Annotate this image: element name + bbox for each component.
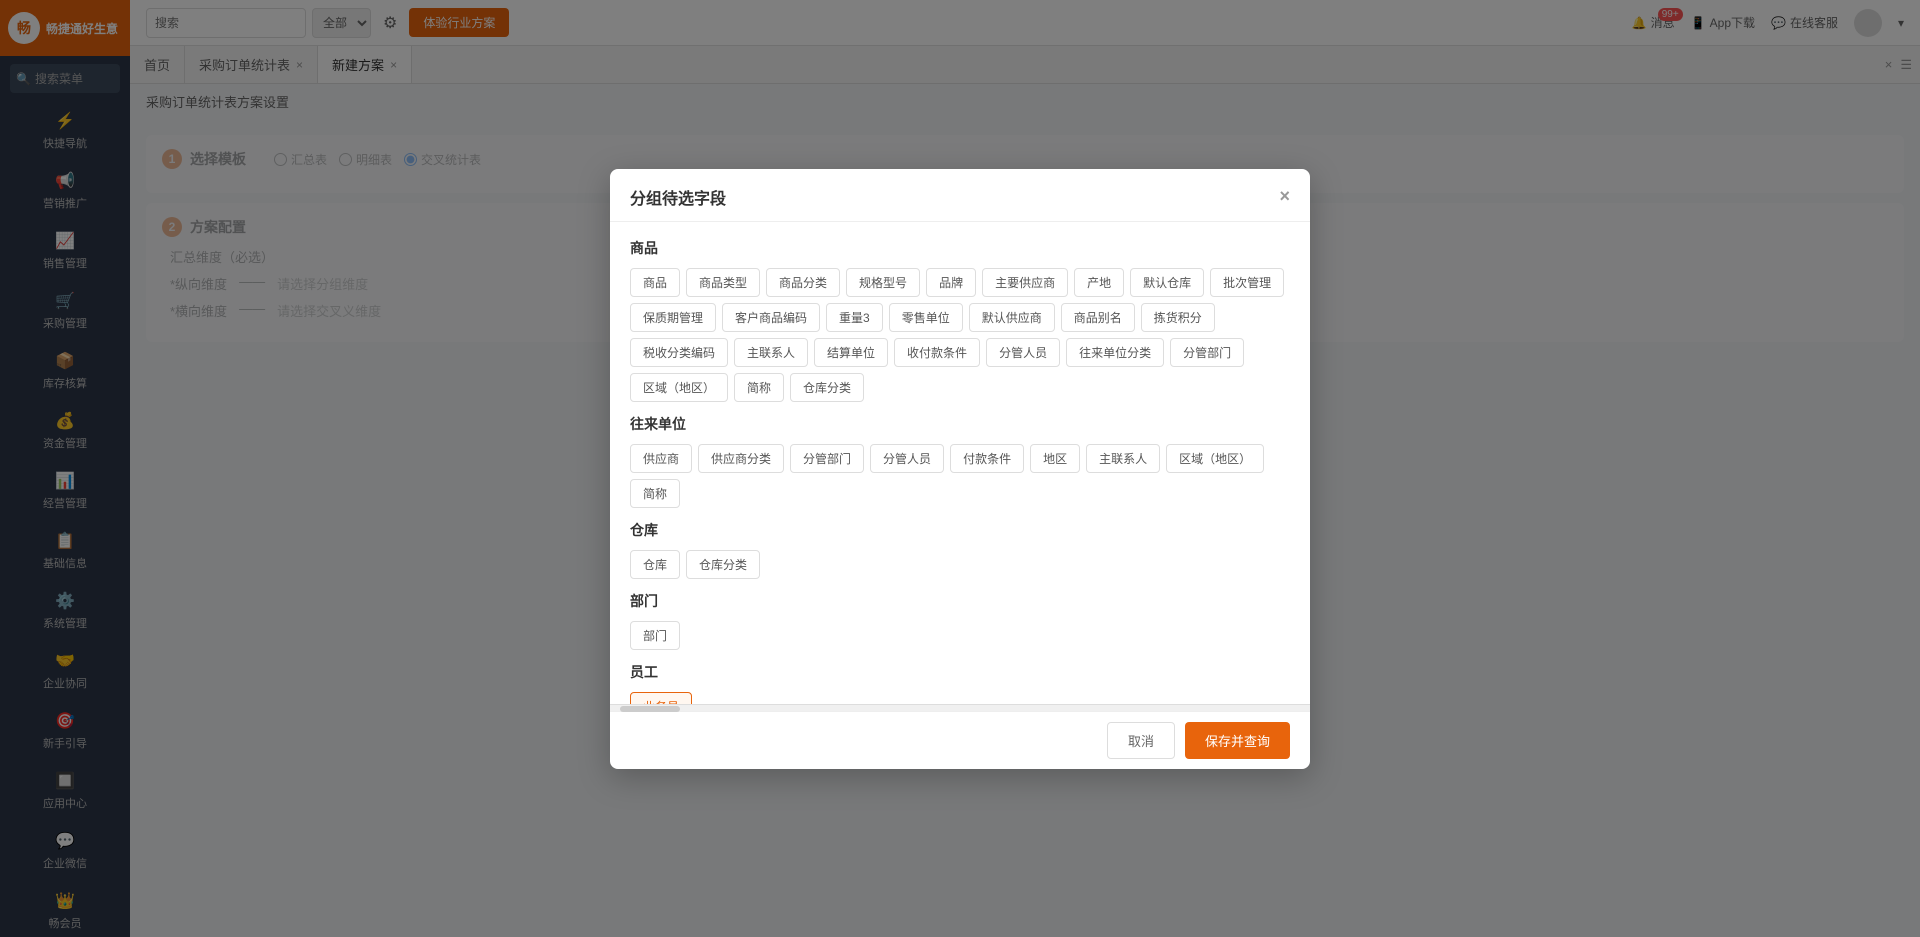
tag-emp-salesman[interactable]: 业务员 [630,692,692,705]
tag-product-batch[interactable]: 批次管理 [1210,268,1284,297]
section-title-counterparty: 往来单位 [630,414,1290,434]
tag-product-settlement-unit[interactable]: 结算单位 [814,338,888,367]
section-title-warehouse: 仓库 [630,520,1290,540]
tag-product-default-supplier[interactable]: 默认供应商 [969,303,1055,332]
section-title-employee: 员工 [630,662,1290,682]
product-tags: 商品 商品类型 商品分类 规格型号 品牌 主要供应商 产地 默认仓库 批次管理 … [630,268,1290,402]
tag-cp-dept[interactable]: 分管部门 [790,444,864,473]
tag-cp-short-name[interactable]: 简称 [630,479,680,508]
tag-cp-payment-terms[interactable]: 付款条件 [950,444,1024,473]
tag-product-supervisor[interactable]: 分管人员 [986,338,1060,367]
tag-product-tax-code[interactable]: 税收分类编码 [630,338,728,367]
tag-product-customer-code[interactable]: 客户商品编码 [722,303,820,332]
modal-header: 分组待选字段 × [610,169,1310,222]
tag-cp-supplier[interactable]: 供应商 [630,444,692,473]
modal-scrollbar-thumb [620,706,680,712]
section-title-product: 商品 [630,238,1290,258]
tag-product-type[interactable]: 商品类型 [686,268,760,297]
modal-body: 商品 商品 商品类型 商品分类 规格型号 品牌 主要供应商 产地 默认仓库 批次… [610,222,1310,705]
modal-horizontal-scrollbar[interactable] [610,704,1310,710]
tag-product-partner-category[interactable]: 往来单位分类 [1066,338,1164,367]
modal-footer: 取消 保存并查询 [610,711,1310,769]
tag-cp-supervisor[interactable]: 分管人员 [870,444,944,473]
section-title-department: 部门 [630,591,1290,611]
tag-product-expiry[interactable]: 保质期管理 [630,303,716,332]
tag-wh-category[interactable]: 仓库分类 [686,550,760,579]
warehouse-tags: 仓库 仓库分类 [630,550,1290,579]
counterparty-tags: 供应商 供应商分类 分管部门 分管人员 付款条件 地区 主联系人 区域（地区） … [630,444,1290,508]
tag-dept-dept[interactable]: 部门 [630,621,680,650]
tag-cp-region[interactable]: 地区 [1030,444,1080,473]
tag-product-short-name[interactable]: 简称 [734,373,784,402]
department-tags: 部门 [630,621,1290,650]
field-select-modal: 分组待选字段 × 商品 商品 商品类型 商品分类 规格型号 品牌 主要供应商 产… [610,169,1310,769]
tag-cp-area[interactable]: 区域（地区） [1166,444,1264,473]
tag-wh-warehouse[interactable]: 仓库 [630,550,680,579]
modal-close-btn[interactable]: × [1279,186,1290,207]
tag-product-weight3[interactable]: 重量3 [826,303,883,332]
tag-cp-main-contact[interactable]: 主联系人 [1086,444,1160,473]
tag-product-alias[interactable]: 商品别名 [1061,303,1135,332]
tag-product-spec[interactable]: 规格型号 [846,268,920,297]
cancel-button[interactable]: 取消 [1107,722,1175,759]
modal-title: 分组待选字段 [630,185,726,209]
employee-tags: 业务员 [630,692,1290,705]
tag-product-default-warehouse[interactable]: 默认仓库 [1130,268,1204,297]
tag-product-warehouse-category[interactable]: 仓库分类 [790,373,864,402]
tag-product-retail-unit[interactable]: 零售单位 [889,303,963,332]
tag-product-payment-terms[interactable]: 收付款条件 [894,338,980,367]
tag-product-main-contact[interactable]: 主联系人 [734,338,808,367]
tag-product-category[interactable]: 商品分类 [766,268,840,297]
save-query-button[interactable]: 保存并查询 [1185,722,1290,759]
tag-product-region[interactable]: 区域（地区） [630,373,728,402]
tag-cp-supplier-category[interactable]: 供应商分类 [698,444,784,473]
tag-product-brand[interactable]: 品牌 [926,268,976,297]
tag-product-commodity[interactable]: 商品 [630,268,680,297]
tag-product-dept[interactable]: 分管部门 [1170,338,1244,367]
tag-product-main-supplier[interactable]: 主要供应商 [982,268,1068,297]
tag-product-origin[interactable]: 产地 [1074,268,1124,297]
tag-product-pick-score[interactable]: 拣货积分 [1141,303,1215,332]
